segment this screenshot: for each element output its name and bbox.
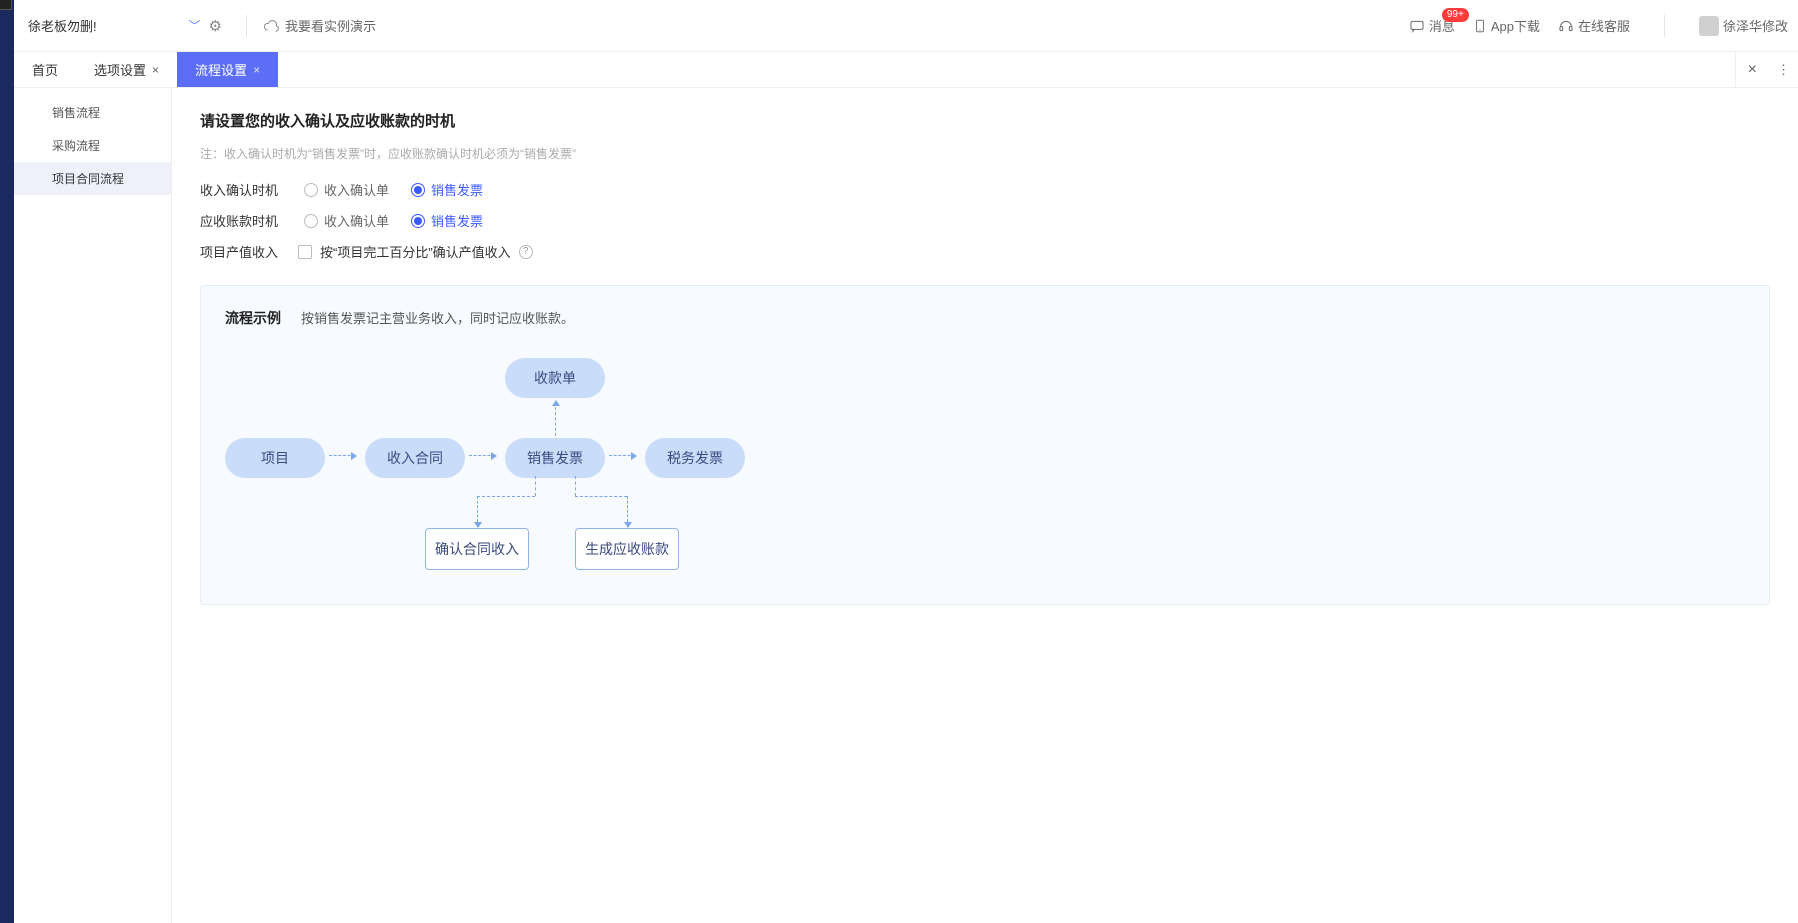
- help-icon[interactable]: ?: [519, 245, 533, 259]
- topbar: 徐老板勿删! ﹀ ⚙ 我要看实例演示 消息 99+ App下载: [14, 0, 1798, 52]
- tab-options[interactable]: 选项设置 ×: [76, 52, 177, 87]
- sidebar-item-purchase[interactable]: 采购流程: [14, 129, 171, 162]
- messages-badge: 99+: [1442, 8, 1469, 22]
- node-income-contract: 收入合同: [365, 438, 465, 478]
- node-gen-receivable: 生成应收账款: [575, 528, 679, 570]
- sidebar-item-contract[interactable]: 项目合同流程: [14, 162, 171, 195]
- radio-label: 收入确认单: [324, 211, 389, 230]
- content-area: 请设置您的收入确认及应收账款的时机 注：收入确认时机为“销售发票”时，应收账款确…: [172, 88, 1798, 923]
- headset-icon: [1558, 18, 1574, 34]
- radio-icon: [304, 214, 318, 228]
- flow-example-panel: 流程示例 按销售发票记主营业务收入，同时记应收账款。 项目 收入合同 销售发票 …: [200, 285, 1770, 605]
- divider: [1664, 15, 1665, 37]
- user-menu[interactable]: 徐泽华修改: [1699, 16, 1788, 36]
- sidebar-item-sales[interactable]: 销售流程: [14, 96, 171, 129]
- message-icon: [1409, 18, 1425, 34]
- user-name-label: 徐泽华修改: [1723, 16, 1788, 35]
- row-label: 项目产值收入: [200, 242, 290, 261]
- tabs-more-icon[interactable]: ⋮: [1769, 52, 1798, 87]
- close-icon[interactable]: ×: [152, 63, 159, 77]
- radio-label: 收入确认单: [324, 180, 389, 199]
- tab-home[interactable]: 首页: [14, 52, 76, 87]
- flow-diagram: 项目 收入合同 销售发票 税务发票 收款单 确认合同收入 生成应收账款: [225, 348, 1745, 568]
- tab-flow[interactable]: 流程设置 ×: [177, 52, 278, 87]
- row-income-confirm: 收入确认时机 收入确认单 销售发票: [200, 180, 1770, 199]
- node-sales-invoice: 销售发票: [505, 438, 605, 478]
- support-label: 在线客服: [1578, 16, 1630, 35]
- chevron-down-icon: ﹀: [189, 17, 201, 34]
- page-note: 注：收入确认时机为“销售发票”时，应收账款确认时机必须为“销售发票”: [200, 145, 1770, 162]
- radio-icon: [411, 183, 425, 197]
- company-name: 徐老板勿删!: [28, 16, 183, 35]
- sidebar: 销售流程 采购流程 项目合同流程: [14, 88, 172, 923]
- radio-icon: [411, 214, 425, 228]
- flow-description: 按销售发票记主营业务收入，同时记应收账款。: [301, 308, 574, 327]
- radio-receivable-confirm-order[interactable]: 收入确认单: [304, 211, 389, 230]
- radio-icon: [304, 183, 318, 197]
- close-icon[interactable]: ×: [253, 63, 260, 77]
- demo-link[interactable]: 我要看实例演示: [263, 16, 376, 35]
- checkbox-label: 按“项目完工百分比”确认产值收入: [320, 242, 511, 261]
- tab-label: 流程设置: [195, 60, 247, 79]
- tabs-bar: 首页 选项设置 × 流程设置 × × ⋮: [14, 52, 1798, 88]
- row-project-value: 项目产值收入 按“项目完工百分比”确认产值收入 ?: [200, 242, 1770, 261]
- phone-icon: [1473, 18, 1487, 34]
- node-tax-invoice: 税务发票: [645, 438, 745, 478]
- left-rail: [0, 0, 14, 923]
- messages-link[interactable]: 消息 99+: [1409, 16, 1455, 35]
- row-label: 应收账款时机: [200, 211, 290, 230]
- node-receipt: 收款单: [505, 358, 605, 398]
- radio-income-confirm-order[interactable]: 收入确认单: [304, 180, 389, 199]
- tab-label: 选项设置: [94, 60, 146, 79]
- app-download-link[interactable]: App下载: [1473, 16, 1540, 35]
- support-link[interactable]: 在线客服: [1558, 16, 1630, 35]
- radio-label: 销售发票: [431, 211, 483, 230]
- cloud-icon: [263, 18, 279, 34]
- gear-icon[interactable]: ⚙: [209, 17, 222, 35]
- demo-link-label: 我要看实例演示: [285, 16, 376, 35]
- checkbox-project-value[interactable]: [298, 245, 312, 259]
- tab-label: 首页: [32, 60, 58, 79]
- node-project: 项目: [225, 438, 325, 478]
- flow-title: 流程示例: [225, 308, 281, 328]
- divider: [246, 15, 247, 37]
- node-confirm-income: 确认合同收入: [425, 528, 529, 570]
- radio-receivable-sales-invoice[interactable]: 销售发票: [411, 211, 483, 230]
- radio-income-sales-invoice[interactable]: 销售发票: [411, 180, 483, 199]
- page-title: 请设置您的收入确认及应收账款的时机: [200, 110, 1770, 131]
- radio-label: 销售发票: [431, 180, 483, 199]
- row-receivable: 应收账款时机 收入确认单 销售发票: [200, 211, 1770, 230]
- row-label: 收入确认时机: [200, 180, 290, 199]
- avatar-icon: [1699, 16, 1719, 36]
- tabs-close-all[interactable]: ×: [1735, 52, 1769, 87]
- company-selector[interactable]: 徐老板勿删! ﹀ ⚙: [20, 10, 230, 41]
- app-download-label: App下载: [1491, 16, 1540, 35]
